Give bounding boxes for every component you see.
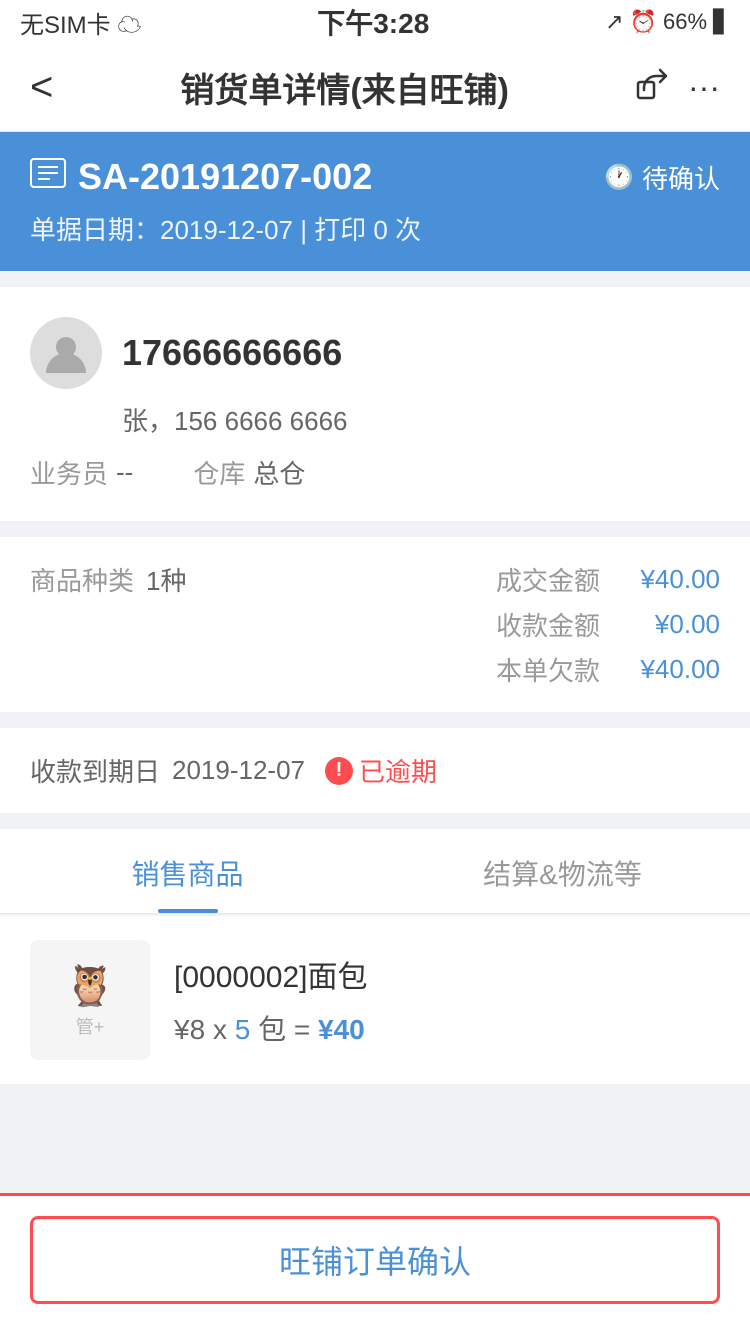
overdue-text: 已逾期 (359, 752, 437, 789)
deal-amount-label: 成交金额 (480, 561, 600, 598)
nav-actions: ··· (636, 68, 720, 108)
due-date-label: 收款到期日 (30, 752, 160, 789)
battery-status: 66% (663, 9, 707, 35)
order-header: SA-20191207-002 🕐 待确认 单据日期：2019-12-07 | … (0, 132, 750, 271)
customer-meta: 业务员 -- 仓库 总仓 (30, 454, 720, 491)
due-date-value: 2019-12-07 (172, 755, 305, 786)
more-button[interactable]: ··· (688, 69, 720, 106)
summary-right: 成交金额 ¥40.00 收款金额 ¥0.00 本单欠款 ¥40.00 (480, 561, 720, 688)
product-thumbnail: 🦉 管+ (30, 940, 150, 1060)
owed-amount-row: 本单欠款 ¥40.00 (480, 651, 720, 688)
customer-phone: 17666666666 (122, 332, 342, 374)
bottom-btn-container: 旺铺订单确认 (0, 1193, 750, 1334)
received-amount-value: ¥0.00 (620, 609, 720, 640)
sim-status: 无SIM卡 ☁ (20, 5, 141, 40)
product-equals: = (294, 1014, 318, 1045)
warehouse-label: 仓库 (193, 454, 245, 491)
received-amount-row: 收款金额 ¥0.00 (480, 606, 720, 643)
salesperson-meta: 业务员 -- (30, 454, 133, 491)
order-status-text: 待确认 (642, 159, 720, 196)
order-header-top: SA-20191207-002 🕐 待确认 (30, 156, 720, 198)
status-bar: 无SIM卡 ☁ 下午3:28 ↗ ⏰ 66% ▋ (0, 0, 750, 44)
warehouse-value: 总仓 (253, 454, 305, 491)
share-button[interactable] (636, 68, 668, 108)
overdue-icon: ! (325, 757, 353, 785)
owed-amount-label: 本单欠款 (480, 651, 600, 688)
deal-amount-row: 成交金额 ¥40.00 (480, 561, 720, 598)
status-bar-left: 无SIM卡 ☁ (20, 5, 141, 40)
customer-avatar (30, 317, 102, 389)
product-total: ¥40 (318, 1014, 365, 1045)
battery-icon: ▋ (713, 9, 730, 35)
summary-left: 商品种类 1种 (30, 561, 186, 598)
owed-amount-value: ¥40.00 (620, 654, 720, 685)
product-qty: 5 (235, 1014, 251, 1045)
status-bar-right: ↗ ⏰ 66% ▋ (605, 9, 730, 35)
product-list: 🦉 管+ [0000002]面包 ¥8 x 5 包 = ¥40 (0, 916, 750, 1084)
product-item: 🦉 管+ [0000002]面包 ¥8 x 5 包 = ¥40 (0, 916, 750, 1084)
clock-icon: 🕐 (604, 163, 634, 192)
overdue-badge: ! 已逾期 (325, 752, 437, 789)
page-title: 销货单详情(来自旺铺) (180, 63, 509, 112)
deal-amount-value: ¥40.00 (620, 564, 720, 595)
product-unit: 包 (258, 1014, 286, 1045)
salesperson-label: 业务员 (30, 454, 108, 491)
product-info: [0000002]面包 ¥8 x 5 包 = ¥40 (174, 952, 720, 1048)
tabs-container: 销售商品 结算&物流等 (0, 829, 750, 914)
order-date: 单据日期：2019-12-07 | 打印 0 次 (30, 210, 720, 247)
customer-card: 17666666666 张，156 6666 6666 业务员 -- 仓库 总仓 (0, 287, 750, 521)
product-types-value: 1种 (146, 561, 186, 598)
nav-bar: < 销货单详情(来自旺铺) ··· (0, 44, 750, 132)
product-types-label: 商品种类 (30, 561, 134, 598)
customer-name: 张，156 6666 6666 (30, 401, 720, 438)
tab-sales-products[interactable]: 销售商品 (0, 829, 375, 913)
status-bar-time: 下午3:28 (317, 2, 429, 42)
order-id: SA-20191207-002 (30, 156, 372, 198)
warehouse-meta: 仓库 总仓 (193, 454, 305, 491)
confirm-order-button[interactable]: 旺铺订单确认 (30, 1216, 720, 1304)
product-thumb-text: 管+ (76, 1013, 105, 1039)
tab-settlement[interactable]: 结算&物流等 (375, 829, 750, 913)
product-price-line: ¥8 x 5 包 = ¥40 (174, 1008, 720, 1048)
customer-top: 17666666666 (30, 317, 720, 389)
received-amount-label: 收款金额 (480, 606, 600, 643)
product-multiply: x (213, 1014, 235, 1045)
order-status: 🕐 待确认 (604, 159, 720, 196)
order-id-icon (30, 158, 66, 196)
order-id-text: SA-20191207-002 (78, 156, 372, 198)
product-name: [0000002]面包 (174, 952, 720, 996)
alarm-icon: ⏰ (630, 9, 657, 35)
back-button[interactable]: < (30, 65, 53, 110)
product-thumb-logo: 🦉 (65, 962, 115, 1009)
product-price: ¥8 (174, 1014, 205, 1045)
location-icon: ↗ (605, 9, 623, 35)
summary-card: 商品种类 1种 成交金额 ¥40.00 收款金额 ¥0.00 本单欠款 ¥40.… (0, 537, 750, 712)
salesperson-value: -- (116, 457, 133, 488)
due-date-card: 收款到期日 2019-12-07 ! 已逾期 (0, 728, 750, 813)
